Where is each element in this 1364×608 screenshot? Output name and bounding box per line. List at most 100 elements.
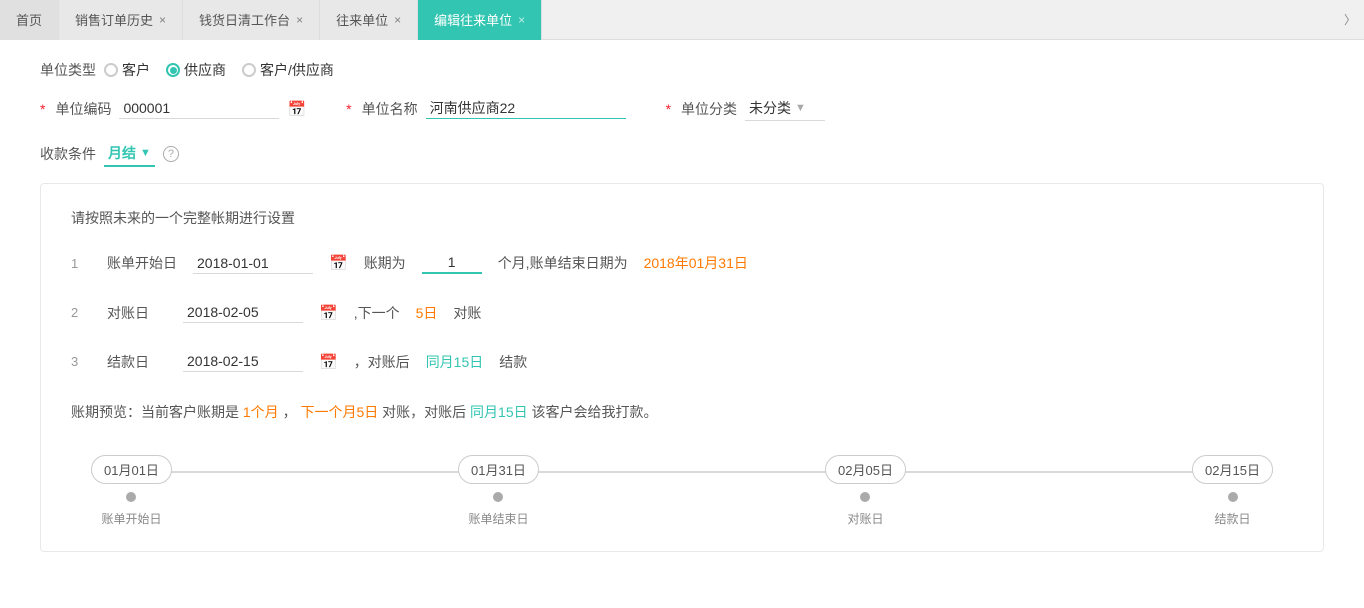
tab-home-label: 首页	[16, 10, 42, 29]
row-3-desc-prefix: ，对账后	[354, 352, 410, 372]
timeline-point-3: 02月15日 结款日	[1192, 455, 1273, 527]
row-1-date-input[interactable]	[193, 253, 313, 274]
unit-type-label: 单位类型	[40, 60, 96, 80]
preview-part1: 1个月	[243, 404, 279, 420]
timeline-bubble-0: 01月01日	[91, 455, 172, 484]
row-2-desc-suffix: 对账	[453, 303, 481, 323]
unit-name-input[interactable]	[426, 98, 626, 119]
unit-code-field: * 单位编码 📅	[40, 98, 306, 119]
settings-row-1: 1 账单开始日 📅 账期为 个月,账单结束日期为 2018年01月31日	[71, 252, 1293, 274]
timeline-dot-3	[1228, 492, 1238, 502]
code-required-star: *	[40, 101, 45, 117]
timeline-dot-0	[126, 492, 136, 502]
timeline-label-1: 账单结束日	[468, 510, 528, 527]
row-1-highlight: 2018年01月31日	[644, 253, 748, 273]
unit-category-label: 单位分类	[681, 99, 737, 119]
row-3-calendar-icon[interactable]: 📅	[319, 353, 338, 371]
unit-type-row: 单位类型 客户 供应商 客户/供应商	[40, 60, 1324, 80]
timeline-label-3: 结款日	[1215, 510, 1251, 527]
name-required-star: *	[346, 101, 351, 117]
timeline-points: 01月01日 账单开始日 01月31日 账单结束日 02月05日 对账日 02月…	[91, 455, 1273, 527]
row-2-label: 对账日	[107, 303, 167, 323]
tab-sales-history-close[interactable]: ×	[159, 13, 166, 27]
row-3-desc-suffix: 结款	[499, 352, 527, 372]
timeline-bubble-3: 02月15日	[1192, 455, 1273, 484]
radio-supplier[interactable]: 供应商	[166, 60, 226, 80]
radio-both-circle	[242, 63, 256, 77]
tab-bar: 首页 销售订单历史 × 钱货日清工作台 × 往来单位 × 编辑往来单位 × 〉	[0, 0, 1364, 40]
tab-cash-work[interactable]: 钱货日清工作台 ×	[183, 0, 320, 40]
row-3-date-input[interactable]	[183, 351, 303, 372]
timeline-dot-1	[493, 492, 503, 502]
settings-box: 请按照未来的一个完整帐期进行设置 1 账单开始日 📅 账期为 个月,账单结束日期…	[40, 183, 1324, 552]
timeline-point-1: 01月31日 账单结束日	[458, 455, 539, 527]
radio-both[interactable]: 客户/供应商	[242, 60, 334, 80]
radio-supplier-label: 供应商	[184, 60, 226, 80]
timeline-bubble-2: 02月05日	[825, 455, 906, 484]
unit-name-label: 单位名称	[362, 99, 418, 119]
row-1-label: 账单开始日	[107, 253, 177, 273]
unit-category-value: 未分类	[749, 98, 791, 118]
radio-supplier-circle	[166, 63, 180, 77]
timeline-point-0: 01月01日 账单开始日	[91, 455, 172, 527]
settings-title: 请按照未来的一个完整帐期进行设置	[71, 208, 1293, 228]
row-3-highlight: 同月15日	[426, 352, 484, 372]
tab-cash-work-close[interactable]: ×	[296, 13, 303, 27]
timeline-point-2: 02月05日 对账日	[825, 455, 906, 527]
tab-partner-label: 往来单位	[336, 10, 388, 29]
unit-type-field: 单位类型 客户 供应商 客户/供应商	[40, 60, 334, 80]
payment-condition-label: 收款条件	[40, 144, 96, 164]
row-3-num: 3	[71, 354, 91, 369]
row-2-date-input[interactable]	[183, 302, 303, 323]
payment-condition-field: 收款条件 月结 ▼ ?	[40, 141, 179, 167]
preview-section: 账期预览：当前客户账期是 1个月 ， 下一个月5日 对账，对账后 同月15日 该…	[71, 400, 1293, 425]
row-1-desc-after: 个月,账单结束日期为	[498, 253, 628, 273]
preview-sep2: 对账，对账后	[382, 404, 466, 420]
tab-edit-partner-label: 编辑往来单位	[434, 10, 512, 29]
timeline-container: 01月01日 账单开始日 01月31日 账单结束日 02月05日 对账日 02月…	[71, 455, 1293, 527]
preview-suffix: 该客户会给我打款。	[532, 404, 658, 420]
main-content: 单位类型 客户 供应商 客户/供应商 * 单位编码	[0, 40, 1364, 608]
preview-part3: 同月15日	[470, 404, 528, 420]
timeline-dot-2	[860, 492, 870, 502]
preview-sep1: ，	[283, 404, 297, 420]
row-2-calendar-icon[interactable]: 📅	[319, 304, 338, 322]
category-required-star: *	[666, 101, 671, 117]
row-1-period-input[interactable]	[422, 252, 482, 274]
tab-cash-work-label: 钱货日清工作台	[199, 10, 290, 29]
row-2-desc-prefix: ,下一个	[354, 303, 400, 323]
tab-partner-close[interactable]: ×	[394, 13, 401, 27]
tab-edit-partner-close[interactable]: ×	[518, 13, 525, 27]
settings-row-2: 2 对账日 📅 ,下一个 5日 对账	[71, 302, 1293, 323]
radio-customer-circle	[104, 63, 118, 77]
unit-category-field: * 单位分类 未分类 ▼	[666, 96, 825, 121]
unit-type-radio-group: 客户 供应商 客户/供应商	[104, 60, 334, 80]
unit-category-select[interactable]: 未分类 ▼	[745, 96, 825, 121]
category-dropdown-icon: ▼	[795, 102, 806, 114]
timeline-bubble-1: 01月31日	[458, 455, 539, 484]
radio-both-label: 客户/供应商	[260, 60, 334, 80]
radio-customer[interactable]: 客户	[104, 60, 150, 80]
radio-customer-label: 客户	[122, 60, 150, 80]
payment-condition-row: 收款条件 月结 ▼ ?	[40, 141, 1324, 167]
timeline-label-0: 账单开始日	[101, 510, 161, 527]
payment-condition-select[interactable]: 月结 ▼	[104, 141, 155, 167]
row-1-num: 1	[71, 256, 91, 271]
tab-home[interactable]: 首页	[0, 0, 59, 40]
payment-dropdown-icon: ▼	[140, 147, 151, 159]
unit-code-input[interactable]	[119, 98, 279, 119]
preview-prefix: 账期预览：当前客户账期是	[71, 404, 239, 420]
code-calendar-icon[interactable]: 📅	[287, 100, 306, 118]
row-2-highlight: 5日	[416, 303, 438, 323]
payment-condition-value: 月结	[108, 143, 136, 163]
payment-help-icon[interactable]: ?	[163, 146, 179, 162]
row-3-label: 结款日	[107, 352, 167, 372]
tab-more-arrow[interactable]: 〉	[1336, 11, 1364, 28]
timeline-label-2: 对账日	[847, 510, 883, 527]
row-1-calendar-icon[interactable]: 📅	[329, 254, 348, 272]
tab-edit-partner[interactable]: 编辑往来单位 ×	[418, 0, 542, 40]
unit-code-label: 单位编码	[55, 99, 111, 119]
tab-sales-history[interactable]: 销售订单历史 ×	[59, 0, 183, 40]
tab-partner[interactable]: 往来单位 ×	[320, 0, 418, 40]
settings-row-3: 3 结款日 📅 ，对账后 同月15日 结款	[71, 351, 1293, 372]
